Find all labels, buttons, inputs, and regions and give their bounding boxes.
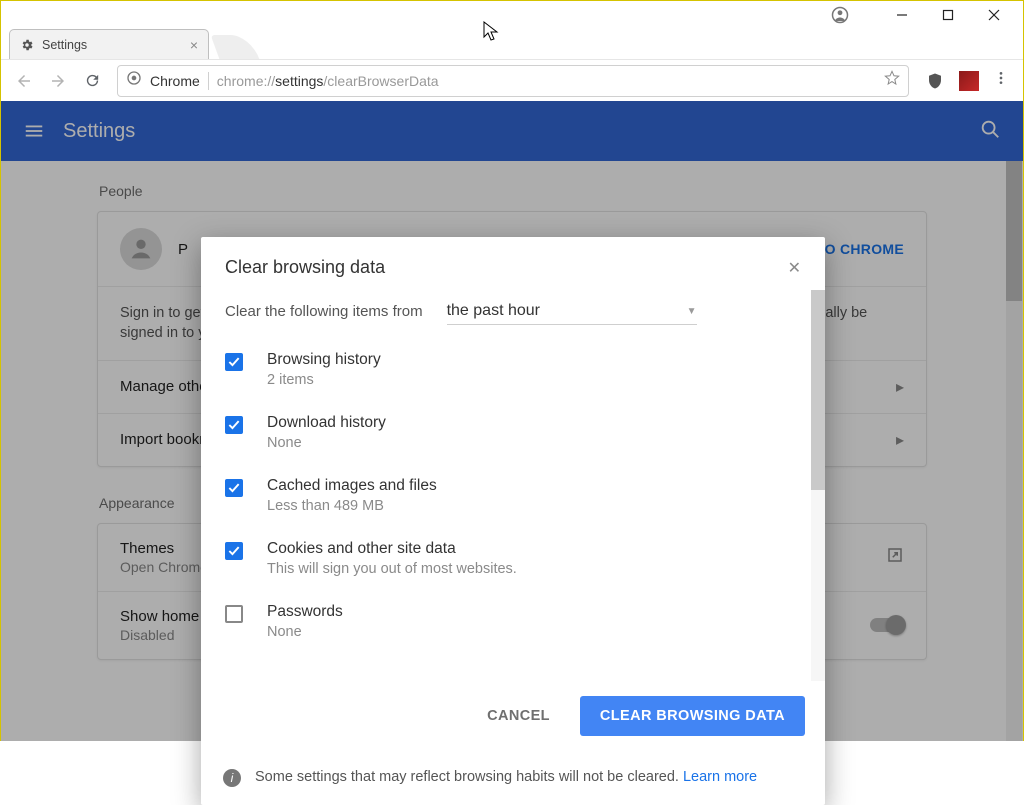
bookmark-star-icon[interactable] [884, 70, 900, 91]
option-label: Passwords [267, 603, 343, 621]
clear-option-row[interactable]: Cookies and other site data This will sig… [225, 534, 801, 583]
tab-strip: Settings × [1, 29, 1023, 59]
clear-option-row[interactable]: Cached images and files Less than 489 MB [225, 471, 801, 520]
option-label: Cached images and files [267, 477, 437, 495]
dialog-actions: CANCEL CLEAR BROWSING DATA [201, 681, 825, 750]
footer-text: Some settings that may reflect browsing … [255, 769, 683, 785]
checkbox[interactable] [225, 479, 243, 497]
dialog-footer: i Some settings that may reflect browsin… [201, 750, 825, 805]
account-icon[interactable] [831, 6, 849, 24]
site-label: Chrome [150, 73, 200, 89]
dialog-header: Clear browsing data ✕ [201, 237, 825, 290]
forward-button[interactable] [43, 66, 73, 96]
tab-close-icon[interactable]: × [190, 37, 198, 53]
clear-browsing-data-button[interactable]: CLEAR BROWSING DATA [580, 696, 805, 736]
minimize-button[interactable] [879, 1, 925, 29]
tab-title: Settings [42, 38, 190, 52]
option-subtext: None [267, 624, 343, 640]
time-range-label: Clear the following items from [225, 303, 423, 320]
close-window-button[interactable] [971, 1, 1017, 29]
maximize-button[interactable] [925, 1, 971, 29]
clear-option-row[interactable]: Passwords None [225, 597, 801, 646]
option-subtext: This will sign you out of most websites. [267, 561, 517, 577]
chevron-down-icon: ▼ [687, 306, 697, 317]
browser-menu-button[interactable] [993, 70, 1009, 91]
chrome-page-icon [126, 70, 142, 91]
tab-settings[interactable]: Settings × [9, 29, 209, 59]
clear-option-row[interactable]: Browsing history 2 items [225, 345, 801, 394]
info-icon: i [223, 769, 241, 787]
dialog-body: Clear the following items from the past … [201, 290, 825, 681]
window-titlebar [1, 1, 1023, 29]
option-label: Cookies and other site data [267, 540, 517, 558]
ublock-extension-icon[interactable] [923, 69, 947, 93]
option-label: Download history [267, 414, 386, 432]
dialog-scrollbar[interactable] [811, 290, 825, 681]
new-tab-button[interactable] [211, 35, 260, 59]
address-bar[interactable]: Chrome chrome://settings/clearBrowserDat… [117, 65, 909, 97]
browser-toolbar: Chrome chrome://settings/clearBrowserDat… [1, 59, 1023, 101]
dialog-title: Clear browsing data [225, 257, 385, 278]
checkbox[interactable] [225, 353, 243, 371]
checkbox[interactable] [225, 416, 243, 434]
time-range-value: the past hour [447, 302, 540, 320]
time-range-dropdown[interactable]: the past hour ▼ [447, 298, 697, 325]
option-subtext: 2 items [267, 372, 381, 388]
option-label: Browsing history [267, 351, 381, 369]
settings-page: Settings People P SIGN IN TO CHROME Sign… [1, 101, 1023, 741]
checkbox[interactable] [225, 605, 243, 623]
cancel-button[interactable]: CANCEL [477, 696, 560, 736]
gear-icon [20, 38, 34, 52]
url-text: chrome://settings/clearBrowserData [217, 73, 439, 89]
option-subtext: Less than 489 MB [267, 498, 437, 514]
reload-button[interactable] [77, 66, 107, 96]
divider [208, 72, 209, 90]
learn-more-link[interactable]: Learn more [683, 769, 757, 785]
extension-icon[interactable] [959, 71, 979, 91]
dialog-close-icon[interactable]: ✕ [788, 258, 801, 278]
clear-option-row[interactable]: Download history None [225, 408, 801, 457]
back-button[interactable] [9, 66, 39, 96]
clear-browsing-data-dialog: Clear browsing data ✕ Clear the followin… [201, 237, 825, 805]
option-subtext: None [267, 435, 386, 451]
checkbox[interactable] [225, 542, 243, 560]
